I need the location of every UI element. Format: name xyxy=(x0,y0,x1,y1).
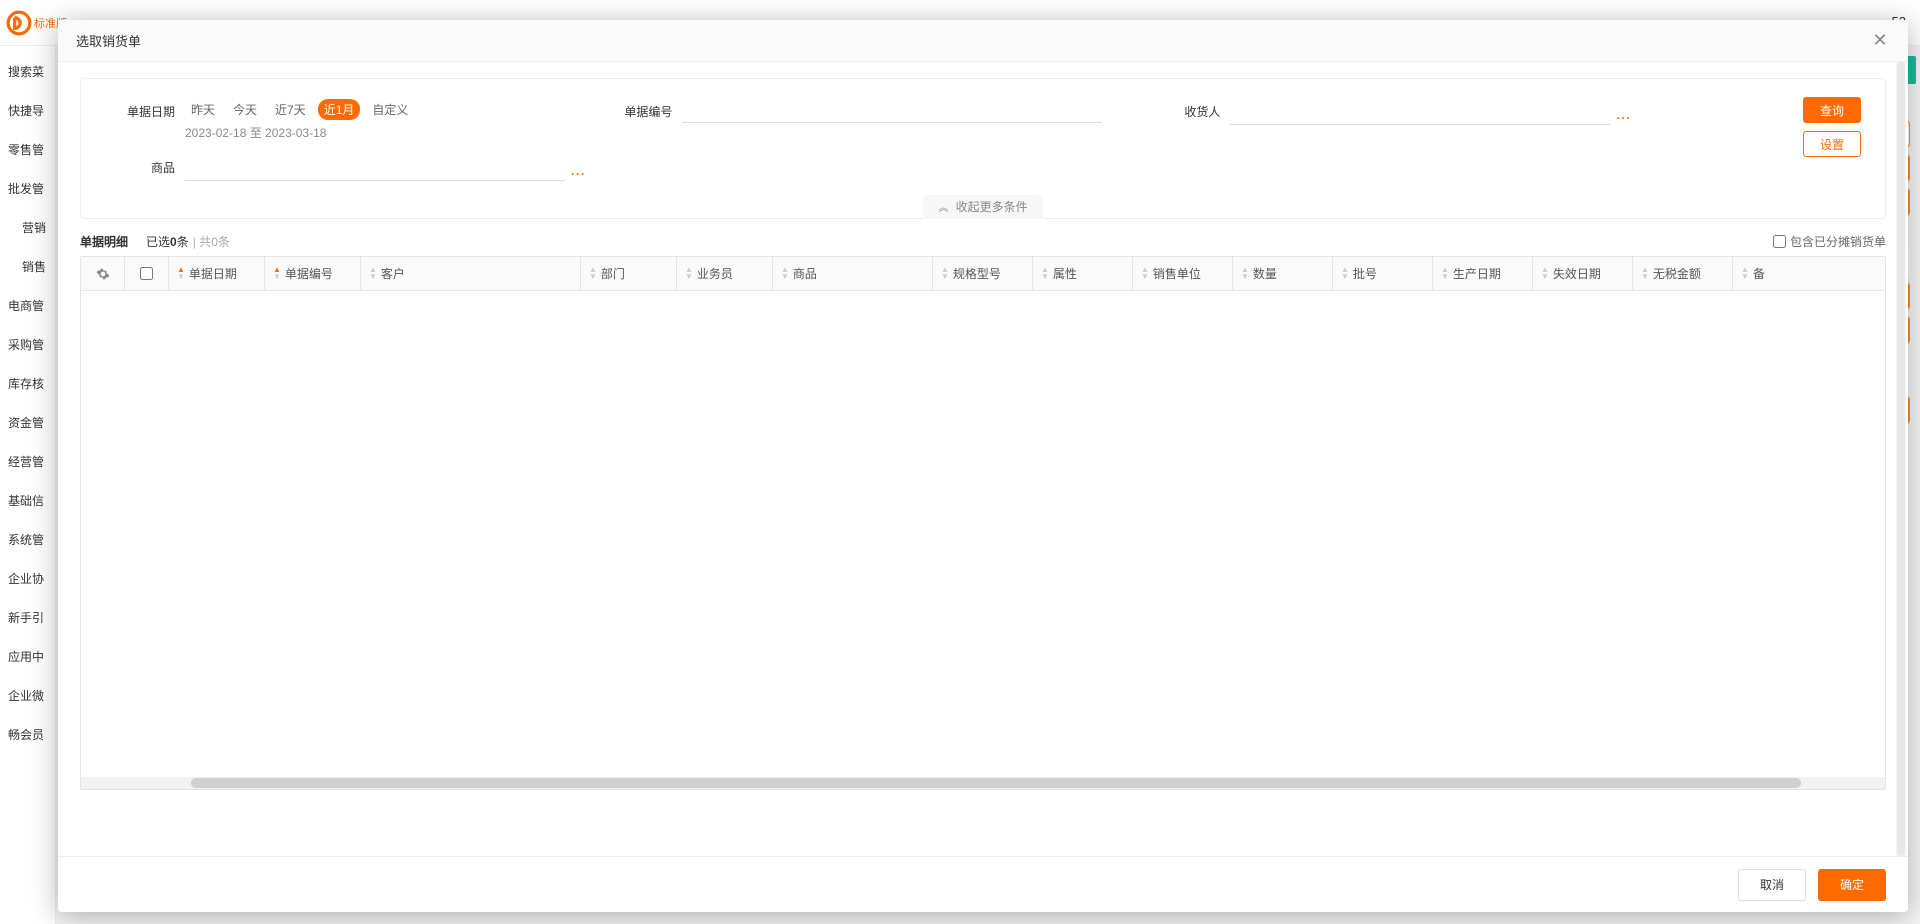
sort-icon[interactable]: ▲▼ xyxy=(941,267,949,281)
column-expire[interactable]: ▲▼ 失效日期 xyxy=(1533,257,1633,290)
column-batch[interactable]: ▲▼ 批号 xyxy=(1333,257,1433,290)
date-range: 2023-02-18 至 2023-03-18 xyxy=(185,124,414,141)
sort-icon[interactable]: ▲▼ xyxy=(1141,267,1149,281)
date-quick-last1m[interactable]: 近1月 xyxy=(318,99,361,120)
receiver-input[interactable] xyxy=(1230,101,1610,125)
filter-receiver: 收货人 ··· xyxy=(1150,99,1637,125)
close-icon[interactable]: ✕ xyxy=(1870,31,1890,51)
filter-label-product: 商品 xyxy=(105,155,185,176)
include-distributed-label: 包含已分摊销货单 xyxy=(1790,233,1886,250)
settings-button[interactable]: 设置 xyxy=(1803,131,1861,157)
column-code[interactable]: ▲▼ 单据编号 xyxy=(265,257,361,290)
total-count: | 共0条 xyxy=(193,233,230,250)
column-label: 批号 xyxy=(1353,265,1377,282)
include-distributed-checkbox[interactable]: 包含已分摊销货单 xyxy=(1773,233,1886,250)
query-button[interactable]: 查询 xyxy=(1803,97,1861,123)
chevron-up-icon: ︽ xyxy=(938,203,948,214)
column-attr[interactable]: ▲▼ 属性 xyxy=(1033,257,1133,290)
filter-date: 单据日期 昨天 今天 近7天 近1月 自定义 2023-02-18 至 2023… xyxy=(105,99,414,141)
column-label: 数量 xyxy=(1253,265,1277,282)
code-input[interactable] xyxy=(682,99,1102,123)
table-header: ▲▼单据日期▲▼单据编号▲▼客户▲▼部门▲▼业务员▲▼商品▲▼规格型号▲▼属性▲… xyxy=(81,257,1885,291)
column-chk[interactable] xyxy=(125,257,169,290)
modal-footer: 取消 确定 xyxy=(58,856,1908,912)
detail-title: 单据明细 xyxy=(80,233,128,250)
column-label: 生产日期 xyxy=(1453,265,1501,282)
column-label: 失效日期 xyxy=(1553,265,1601,282)
column-label: 客户 xyxy=(381,265,405,282)
column-spec[interactable]: ▲▼ 规格型号 xyxy=(933,257,1033,290)
scrollbar-thumb[interactable] xyxy=(191,778,1801,788)
filter-panel: 查询 设置 单据日期 昨天 今天 近7天 近1月 自定义 xyxy=(80,78,1886,219)
date-quick-yesterday[interactable]: 昨天 xyxy=(185,99,221,120)
column-date[interactable]: ▲▼ 单据日期 xyxy=(169,257,265,290)
table: ▲▼单据日期▲▼单据编号▲▼客户▲▼部门▲▼业务员▲▼商品▲▼规格型号▲▼属性▲… xyxy=(80,256,1886,790)
date-quick-last7[interactable]: 近7天 xyxy=(269,99,312,120)
date-quick-custom[interactable]: 自定义 xyxy=(366,99,414,120)
filter-label-date: 单据日期 xyxy=(105,99,185,120)
filter-code: 单据编号 xyxy=(602,99,1102,125)
column-amt_notax[interactable]: ▲▼ 无税金额 xyxy=(1633,257,1733,290)
product-input[interactable] xyxy=(185,157,565,181)
modal-header: 选取销货单 ✕ xyxy=(58,20,1908,62)
column-remark[interactable]: ▲▼ 备 xyxy=(1733,257,1773,290)
more-dots-icon[interactable]: ··· xyxy=(1610,111,1637,125)
filter-label-code: 单据编号 xyxy=(602,99,682,120)
column-label: 商品 xyxy=(793,265,817,282)
sort-icon[interactable]: ▲▼ xyxy=(1241,267,1249,281)
select-all-checkbox[interactable] xyxy=(140,267,153,280)
column-prod_date[interactable]: ▲▼ 生产日期 xyxy=(1433,257,1533,290)
selected-count: 已选0条 xyxy=(146,233,189,250)
column-label: 属性 xyxy=(1053,265,1077,282)
sort-icon[interactable]: ▲▼ xyxy=(1041,267,1049,281)
column-clerk[interactable]: ▲▼ 业务员 xyxy=(677,257,773,290)
sort-icon[interactable]: ▲▼ xyxy=(1741,267,1749,281)
column-customer[interactable]: ▲▼ 客户 xyxy=(361,257,581,290)
horizontal-scrollbar[interactable] xyxy=(81,777,1885,789)
column-label: 业务员 xyxy=(697,265,733,282)
sort-icon[interactable]: ▲▼ xyxy=(369,267,377,281)
sort-icon[interactable]: ▲▼ xyxy=(1341,267,1349,281)
sort-icon[interactable]: ▲▼ xyxy=(1541,267,1549,281)
column-dept[interactable]: ▲▼ 部门 xyxy=(581,257,677,290)
column-label: 无税金额 xyxy=(1653,265,1701,282)
table-body-empty xyxy=(81,291,1885,777)
gear-icon xyxy=(96,267,110,281)
cancel-button[interactable]: 取消 xyxy=(1738,869,1806,901)
column-label: 单据编号 xyxy=(285,265,333,282)
column-label: 部门 xyxy=(601,265,625,282)
column-label: 销售单位 xyxy=(1153,265,1201,282)
filter-product: 商品 ··· xyxy=(105,155,592,181)
detail-header: 单据明细 已选0条 | 共0条 包含已分摊销货单 xyxy=(80,233,1886,250)
sort-icon[interactable]: ▲▼ xyxy=(273,267,281,281)
select-sales-order-modal: 选取销货单 ✕ 查询 设置 单据日期 昨天 xyxy=(58,20,1908,912)
filter-buttons: 查询 设置 xyxy=(1803,97,1861,157)
collapse-label: 收起更多条件 xyxy=(956,200,1028,214)
sort-icon[interactable]: ▲▼ xyxy=(781,267,789,281)
column-qty[interactable]: ▲▼ 数量 xyxy=(1233,257,1333,290)
sort-icon[interactable]: ▲▼ xyxy=(1641,267,1649,281)
confirm-button[interactable]: 确定 xyxy=(1818,869,1886,901)
sort-icon[interactable]: ▲▼ xyxy=(177,267,185,281)
column-product[interactable]: ▲▼ 商品 xyxy=(773,257,933,290)
more-dots-icon[interactable]: ··· xyxy=(565,167,592,181)
column-label: 备 xyxy=(1753,265,1765,282)
modal-body: 查询 设置 单据日期 昨天 今天 近7天 近1月 自定义 xyxy=(58,62,1908,856)
filter-label-receiver: 收货人 xyxy=(1150,99,1230,120)
column-label: 规格型号 xyxy=(953,265,1001,282)
collapse-filters[interactable]: ︽ 收起更多条件 xyxy=(923,195,1043,219)
column-settings[interactable] xyxy=(81,257,125,290)
date-quick-today[interactable]: 今天 xyxy=(227,99,263,120)
include-distributed-input[interactable] xyxy=(1773,235,1786,248)
sort-icon[interactable]: ▲▼ xyxy=(1441,267,1449,281)
sort-icon[interactable]: ▲▼ xyxy=(685,267,693,281)
column-unit[interactable]: ▲▼ 销售单位 xyxy=(1133,257,1233,290)
modal-title: 选取销货单 xyxy=(76,31,141,50)
modal-overlay: 选取销货单 ✕ 查询 设置 单据日期 昨天 xyxy=(0,0,1920,924)
column-label: 单据日期 xyxy=(189,265,237,282)
sort-icon[interactable]: ▲▼ xyxy=(589,267,597,281)
